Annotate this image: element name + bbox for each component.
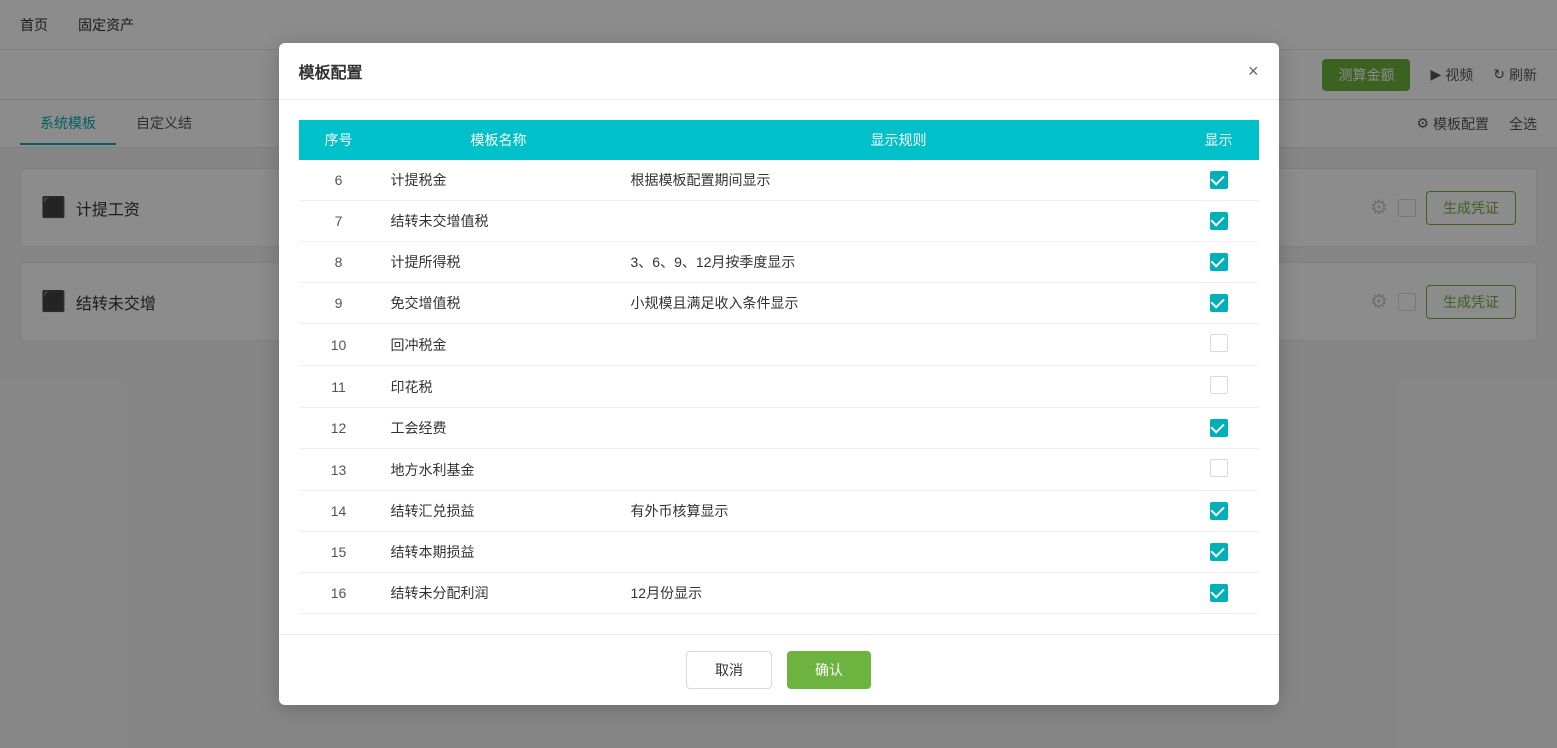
table-row: 13地方水利基金	[299, 449, 1259, 491]
table-row: 14结转汇兑损益有外币核算显示	[299, 491, 1259, 532]
cell-name: 结转未交增值税	[379, 201, 619, 242]
table-body: 6计提税金根据模板配置期间显示7结转未交增值税8计提所得税3、6、9、12月按季…	[299, 160, 1259, 614]
table-header-row: 序号 模板名称 显示规则 显示	[299, 120, 1259, 160]
cell-checkbox	[1179, 573, 1259, 614]
dialog-title: 模板配置	[299, 59, 363, 83]
cell-index: 13	[299, 449, 379, 491]
table-row: 6计提税金根据模板配置期间显示	[299, 160, 1259, 201]
cell-rule: 根据模板配置期间显示	[619, 160, 1179, 201]
template-config-dialog: 模板配置 × 序号 模板名称 显示规则 显示 6计提税金根据模板配置期间显示7结…	[279, 43, 1279, 705]
cell-rule: 12月份显示	[619, 573, 1179, 614]
dialog-close-button[interactable]: ×	[1248, 62, 1259, 80]
cell-checkbox	[1179, 408, 1259, 449]
table-row: 7结转未交增值税	[299, 201, 1259, 242]
cell-checkbox	[1179, 366, 1259, 408]
cell-rule	[619, 366, 1179, 408]
config-table: 序号 模板名称 显示规则 显示 6计提税金根据模板配置期间显示7结转未交增值税8…	[299, 120, 1259, 614]
cancel-button[interactable]: 取消	[686, 651, 772, 689]
col-header-index: 序号	[299, 120, 379, 160]
row-checkbox[interactable]	[1210, 334, 1228, 352]
cell-name: 计提税金	[379, 160, 619, 201]
cell-rule	[619, 449, 1179, 491]
row-checkbox[interactable]	[1210, 502, 1228, 520]
cell-rule: 3、6、9、12月按季度显示	[619, 242, 1179, 283]
cell-index: 9	[299, 283, 379, 324]
cell-checkbox	[1179, 532, 1259, 573]
cell-name: 工会经费	[379, 408, 619, 449]
table-row: 12工会经费	[299, 408, 1259, 449]
cell-checkbox	[1179, 160, 1259, 201]
cell-index: 12	[299, 408, 379, 449]
col-header-rule: 显示规则	[619, 120, 1179, 160]
col-header-display: 显示	[1179, 120, 1259, 160]
row-checkbox[interactable]	[1210, 459, 1228, 477]
cell-name: 结转汇兑损益	[379, 491, 619, 532]
cell-name: 结转本期损益	[379, 532, 619, 573]
cell-rule: 小规模且满足收入条件显示	[619, 283, 1179, 324]
row-checkbox[interactable]	[1210, 543, 1228, 561]
table-row: 9免交增值税小规模且满足收入条件显示	[299, 283, 1259, 324]
cell-checkbox	[1179, 449, 1259, 491]
cell-name: 回冲税金	[379, 324, 619, 366]
cell-index: 16	[299, 573, 379, 614]
dialog-body: 序号 模板名称 显示规则 显示 6计提税金根据模板配置期间显示7结转未交增值税8…	[279, 100, 1279, 634]
cell-name: 印花税	[379, 366, 619, 408]
cell-index: 6	[299, 160, 379, 201]
row-checkbox[interactable]	[1210, 294, 1228, 312]
cell-rule	[619, 532, 1179, 573]
cell-index: 14	[299, 491, 379, 532]
modal-overlay: 模板配置 × 序号 模板名称 显示规则 显示 6计提税金根据模板配置期间显示7结…	[0, 0, 1557, 748]
confirm-button[interactable]: 确认	[787, 651, 871, 689]
cell-checkbox	[1179, 242, 1259, 283]
dialog-header: 模板配置 ×	[279, 43, 1279, 100]
cell-name: 地方水利基金	[379, 449, 619, 491]
row-checkbox[interactable]	[1210, 376, 1228, 394]
dialog-footer: 取消 确认	[279, 634, 1279, 705]
table-row: 8计提所得税3、6、9、12月按季度显示	[299, 242, 1259, 283]
cell-index: 11	[299, 366, 379, 408]
col-header-name: 模板名称	[379, 120, 619, 160]
cell-name: 计提所得税	[379, 242, 619, 283]
table-row: 15结转本期损益	[299, 532, 1259, 573]
row-checkbox[interactable]	[1210, 584, 1228, 602]
cell-index: 15	[299, 532, 379, 573]
cell-checkbox	[1179, 324, 1259, 366]
table-row: 11印花税	[299, 366, 1259, 408]
cell-rule	[619, 201, 1179, 242]
cell-name: 结转未分配利润	[379, 573, 619, 614]
cell-checkbox	[1179, 201, 1259, 242]
cell-checkbox	[1179, 283, 1259, 324]
row-checkbox[interactable]	[1210, 419, 1228, 437]
cell-name: 免交增值税	[379, 283, 619, 324]
cell-checkbox	[1179, 491, 1259, 532]
cell-rule	[619, 324, 1179, 366]
row-checkbox[interactable]	[1210, 212, 1228, 230]
cell-index: 7	[299, 201, 379, 242]
cell-rule: 有外币核算显示	[619, 491, 1179, 532]
cell-index: 8	[299, 242, 379, 283]
table-row: 10回冲税金	[299, 324, 1259, 366]
cell-index: 10	[299, 324, 379, 366]
cell-rule	[619, 408, 1179, 449]
table-row: 16结转未分配利润12月份显示	[299, 573, 1259, 614]
row-checkbox[interactable]	[1210, 171, 1228, 189]
row-checkbox[interactable]	[1210, 253, 1228, 271]
